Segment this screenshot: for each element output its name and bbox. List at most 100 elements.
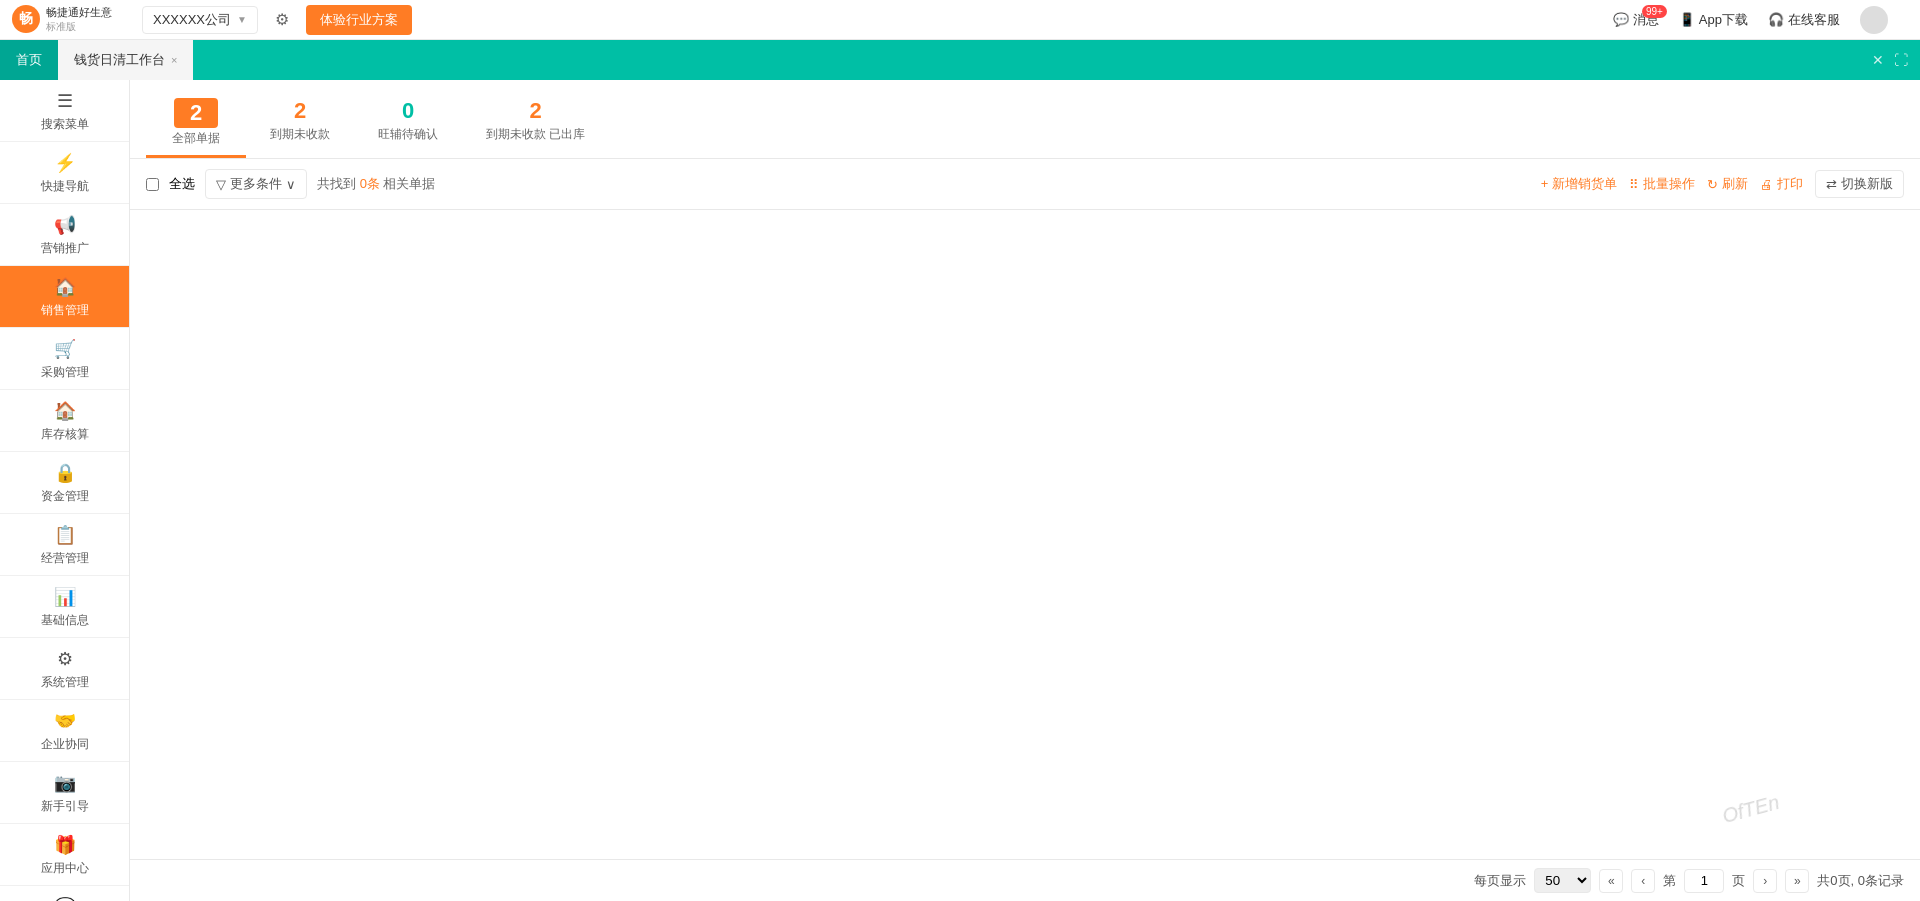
sidebar-item-operation[interactable]: 📋 经营管理	[0, 514, 129, 576]
nav-right-icons: ✕ ⛶	[1872, 52, 1920, 68]
page-number-input[interactable]	[1684, 869, 1724, 893]
online-service-label: 在线客服	[1788, 11, 1840, 29]
first-page-button[interactable]: «	[1599, 869, 1623, 893]
close-tab-icon[interactable]: ×	[171, 54, 177, 66]
batch-label: 批量操作	[1643, 175, 1695, 193]
search-menu-icon: ☰	[57, 90, 73, 112]
sidebar-item-search-menu[interactable]: ☰ 搜索菜单	[0, 80, 129, 142]
found-count: 0条	[360, 176, 380, 191]
app-download-button[interactable]: 📱 App下载	[1679, 11, 1748, 29]
sidebar-label-inventory: 库存核算	[41, 426, 89, 443]
service-icon: 🎧	[1768, 12, 1784, 27]
sidebar-item-inventory[interactable]: 🏠 库存核算	[0, 390, 129, 452]
sidebar-item-guide[interactable]: 📷 新手引导	[0, 762, 129, 824]
stats-tabs: 2 全部单据 2 到期未收款 0 旺辅待确认 2 到期未收款 已出库	[130, 80, 1920, 159]
sidebar-item-marketing[interactable]: 📢 营销推广	[0, 204, 129, 266]
sidebar-label-app-center: 应用中心	[41, 860, 89, 877]
sidebar-label-system: 系统管理	[41, 674, 89, 691]
stat-pending-number: 0	[402, 98, 414, 124]
purchase-icon: 🛒	[54, 338, 76, 360]
switch-version-button[interactable]: ⇄ 切换新版	[1815, 170, 1904, 198]
stat-tab-all[interactable]: 2 全部单据	[146, 90, 246, 158]
company-name: XXXXXX公司	[153, 11, 231, 29]
sidebar-item-app-center[interactable]: 🎁 应用中心	[0, 824, 129, 886]
app-icon: 📱	[1679, 12, 1695, 27]
sidebar-item-basic-info[interactable]: 📊 基础信息	[0, 576, 129, 638]
toolbar: 全选 ▽ 更多条件 ∨ 共找到 0条 相关单据 + 新增销货单 ⠿ 批量操作 ↻	[130, 159, 1920, 210]
refresh-button[interactable]: ↻ 刷新	[1707, 175, 1748, 193]
sidebar-label-search-menu: 搜索菜单	[41, 116, 89, 133]
sidebar-item-quick-nav[interactable]: ⚡ 快捷导航	[0, 142, 129, 204]
active-tab-label: 钱货日清工作台	[74, 51, 165, 69]
next-page-button[interactable]: ›	[1753, 869, 1777, 893]
home-tab-label: 首页	[16, 51, 42, 69]
sidebar-item-finance[interactable]: 🔒 资金管理	[0, 452, 129, 514]
switch-label: 切换新版	[1841, 175, 1893, 193]
company-dropdown-icon: ▼	[237, 14, 247, 25]
app-center-icon: 🎁	[54, 834, 76, 856]
tab-daily-work[interactable]: 钱货日清工作台 ×	[58, 40, 193, 80]
settings-button[interactable]: ⚙	[268, 6, 296, 34]
message-button[interactable]: 💬 消息 99+	[1613, 11, 1659, 29]
sidebar: ☰ 搜索菜单 ⚡ 快捷导航 📢 营销推广 🏠 销售管理 🛒 采购管理 🏠 库存核…	[0, 80, 130, 901]
nav-tabs: 首页 钱货日清工作台 × ✕ ⛶	[0, 40, 1920, 80]
inventory-icon: 🏠	[54, 400, 76, 422]
stat-tab-pending[interactable]: 0 旺辅待确认	[354, 90, 462, 158]
main-layout: ☰ 搜索菜单 ⚡ 快捷导航 📢 营销推广 🏠 销售管理 🛒 采购管理 🏠 库存核…	[0, 80, 1920, 901]
print-icon: 🖨	[1760, 177, 1773, 192]
print-label: 打印	[1777, 175, 1803, 193]
tab-home[interactable]: 首页	[0, 40, 58, 80]
sidebar-label-basic-info: 基础信息	[41, 612, 89, 629]
stat-overdue-out-number: 2	[530, 98, 542, 124]
new-sale-order-button[interactable]: + 新增销货单	[1541, 175, 1617, 193]
app-download-label: App下载	[1699, 11, 1748, 29]
stat-tab-overdue-out[interactable]: 2 到期未收款 已出库	[462, 90, 609, 158]
stat-overdue-label: 到期未收款	[270, 126, 330, 143]
sidebar-label-enterprise: 企业协同	[41, 736, 89, 753]
finance-icon: 🔒	[54, 462, 76, 484]
page-label: 第	[1663, 872, 1676, 890]
sidebar-item-enterprise[interactable]: 🤝 企业协同	[0, 700, 129, 762]
stat-pending-label: 旺辅待确认	[378, 126, 438, 143]
sidebar-label-purchase: 采购管理	[41, 364, 89, 381]
system-icon: ⚙	[57, 648, 73, 670]
batch-icon: ⠿	[1629, 177, 1639, 192]
content-area: 2 全部单据 2 到期未收款 0 旺辅待确认 2 到期未收款 已出库 全选 ▽ …	[130, 80, 1920, 901]
avatar[interactable]	[1860, 6, 1888, 34]
guide-icon: 📷	[54, 772, 76, 794]
switch-icon: ⇄	[1826, 177, 1837, 192]
prev-page-button[interactable]: ‹	[1631, 869, 1655, 893]
table-area	[130, 210, 1920, 859]
sidebar-label-finance: 资金管理	[41, 488, 89, 505]
sidebar-item-purchase[interactable]: 🛒 采购管理	[0, 328, 129, 390]
operation-icon: 📋	[54, 524, 76, 546]
last-page-button[interactable]: »	[1785, 869, 1809, 893]
page-size-select[interactable]: 50 20 100	[1534, 868, 1591, 893]
wechat-icon: 💬	[54, 896, 76, 901]
gear-icon: ⚙	[275, 10, 289, 29]
message-badge: 99+	[1642, 5, 1667, 18]
sidebar-item-system[interactable]: ⚙ 系统管理	[0, 638, 129, 700]
more-conditions-button[interactable]: ▽ 更多条件 ∨	[205, 169, 307, 199]
refresh-icon: ↻	[1707, 177, 1718, 192]
sidebar-item-sales[interactable]: 🏠 销售管理	[0, 266, 129, 328]
nav-close-icon[interactable]: ✕	[1872, 52, 1884, 68]
filter-icon: ▽	[216, 177, 226, 192]
online-service-button[interactable]: 🎧 在线客服	[1768, 11, 1840, 29]
sidebar-label-quick-nav: 快捷导航	[41, 178, 89, 195]
trial-button[interactable]: 体验行业方案	[306, 5, 412, 35]
found-text: 共找到 0条 相关单据	[317, 175, 435, 193]
logo-badge: 标准版	[46, 20, 112, 34]
page-suffix: 页	[1732, 872, 1745, 890]
sidebar-item-wechat[interactable]: 💬 企业微信	[0, 886, 129, 901]
select-all-checkbox[interactable]	[146, 178, 159, 191]
enterprise-icon: 🤝	[54, 710, 76, 732]
chevron-down-icon: ∨	[286, 177, 296, 192]
batch-operation-button[interactable]: ⠿ 批量操作	[1629, 175, 1695, 193]
stat-tab-overdue[interactable]: 2 到期未收款	[246, 90, 354, 158]
toolbar-right: + 新增销货单 ⠿ 批量操作 ↻ 刷新 🖨 打印 ⇄ 切换新版	[1541, 170, 1904, 198]
marketing-icon: 📢	[54, 214, 76, 236]
nav-expand-icon[interactable]: ⛶	[1894, 52, 1908, 68]
print-button[interactable]: 🖨 打印	[1760, 175, 1803, 193]
company-selector[interactable]: XXXXXX公司 ▼	[142, 6, 258, 34]
